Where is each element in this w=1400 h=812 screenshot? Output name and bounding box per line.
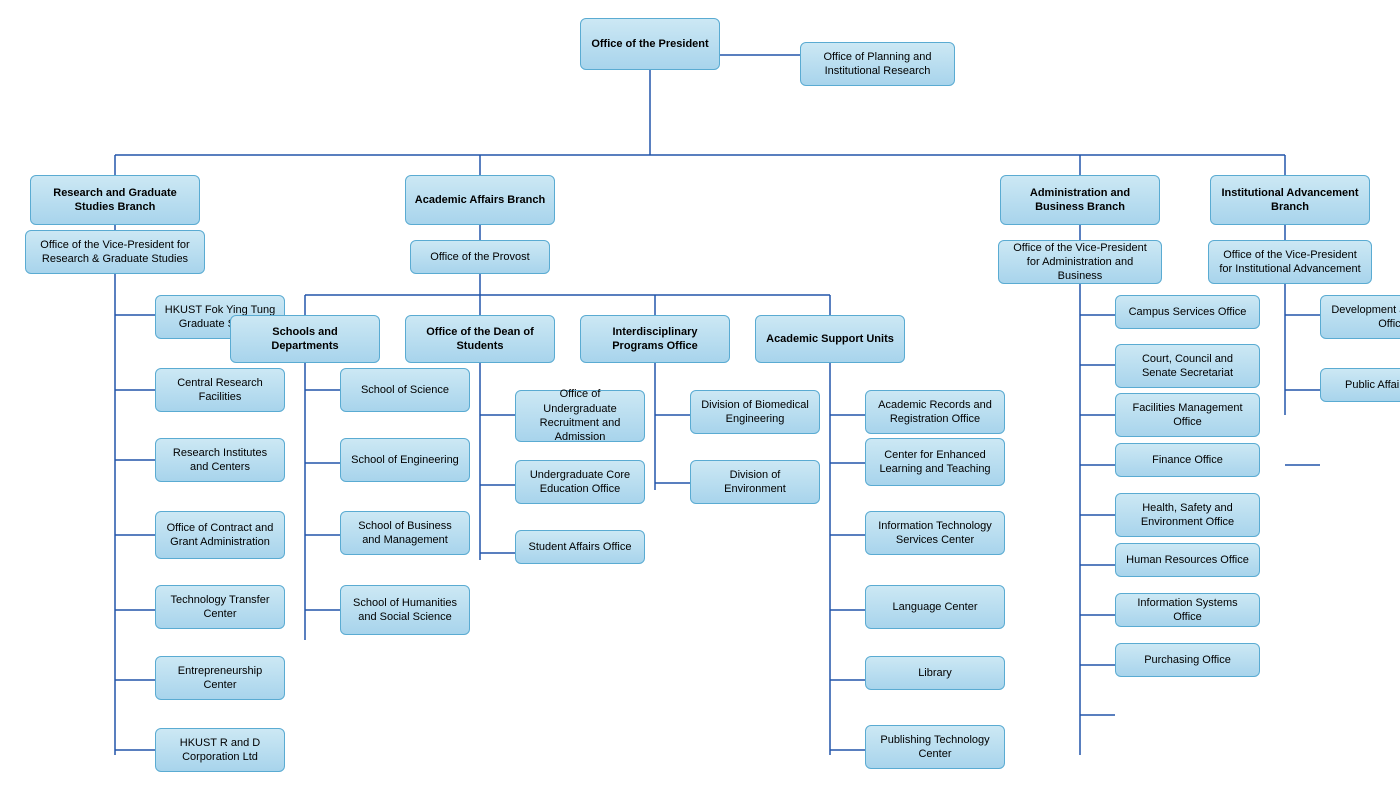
school-science-node: School of Science (340, 368, 470, 412)
info-systems-node: Information Systems Office (1115, 593, 1260, 627)
biomedical-node: Division of Biomedical Engineering (690, 390, 820, 434)
library-node: Library (865, 656, 1005, 690)
planning-node: Office of Planning and Institutional Res… (800, 42, 955, 86)
interdisciplinary-node: Interdisciplinary Programs Office (580, 315, 730, 363)
public-affairs-node: Public Affairs Office (1320, 368, 1400, 402)
entrepreneurship-node: Entrepreneurship Center (155, 656, 285, 700)
academic-support-node: Academic Support Units (755, 315, 905, 363)
president-node: Office of the President (580, 18, 720, 70)
acad-records-node: Academic Records and Registration Office (865, 390, 1005, 434)
admin-branch-node: Administration and Business Branch (1000, 175, 1160, 225)
environment-node: Division of Environment (690, 460, 820, 504)
org-chart: Office of the President Office of Planni… (0, 0, 1400, 812)
it-services-node: Information Technology Services Center (865, 511, 1005, 555)
vp-research-node: Office of the Vice-President for Researc… (25, 230, 205, 274)
finance-node: Finance Office (1115, 443, 1260, 477)
research-inst-node: Research Institutes and Centers (155, 438, 285, 482)
purchasing-node: Purchasing Office (1115, 643, 1260, 677)
academic-branch-node: Academic Affairs Branch (405, 175, 555, 225)
undergrad-core-node: Undergraduate Core Education Office (515, 460, 645, 504)
celt-node: Center for Enhanced Learning and Teachin… (865, 438, 1005, 486)
inst-branch-node: Institutional Advancement Branch (1210, 175, 1370, 225)
dean-students-node: Office of the Dean of Students (405, 315, 555, 363)
facilities-mgmt-node: Facilities Management Office (1115, 393, 1260, 437)
school-eng-node: School of Engineering (340, 438, 470, 482)
vp-inst-node: Office of the Vice-President for Institu… (1208, 240, 1372, 284)
health-safety-node: Health, Safety and Environment Office (1115, 493, 1260, 537)
human-resources-node: Human Resources Office (1115, 543, 1260, 577)
undergrad-recruit-node: Office of Undergraduate Recruitment and … (515, 390, 645, 442)
provost-node: Office of the Provost (410, 240, 550, 274)
central-research-node: Central Research Facilities (155, 368, 285, 412)
vp-admin-node: Office of the Vice-President for Adminis… (998, 240, 1162, 284)
research-branch-node: Research and Graduate Studies Branch (30, 175, 200, 225)
contract-grant-node: Office of Contract and Grant Administrat… (155, 511, 285, 559)
court-council-node: Court, Council and Senate Secretariat (1115, 344, 1260, 388)
schools-dept-node: Schools and Departments (230, 315, 380, 363)
school-hum-node: School of Humanities and Social Science (340, 585, 470, 635)
tech-transfer-node: Technology Transfer Center (155, 585, 285, 629)
development-alumni-node: Development and Alumni Office (1320, 295, 1400, 339)
student-affairs-node: Student Affairs Office (515, 530, 645, 564)
publishing-node: Publishing Technology Center (865, 725, 1005, 769)
language-center-node: Language Center (865, 585, 1005, 629)
school-biz-node: School of Business and Management (340, 511, 470, 555)
campus-services-node: Campus Services Office (1115, 295, 1260, 329)
hkust-rd-node: HKUST R and D Corporation Ltd (155, 728, 285, 772)
